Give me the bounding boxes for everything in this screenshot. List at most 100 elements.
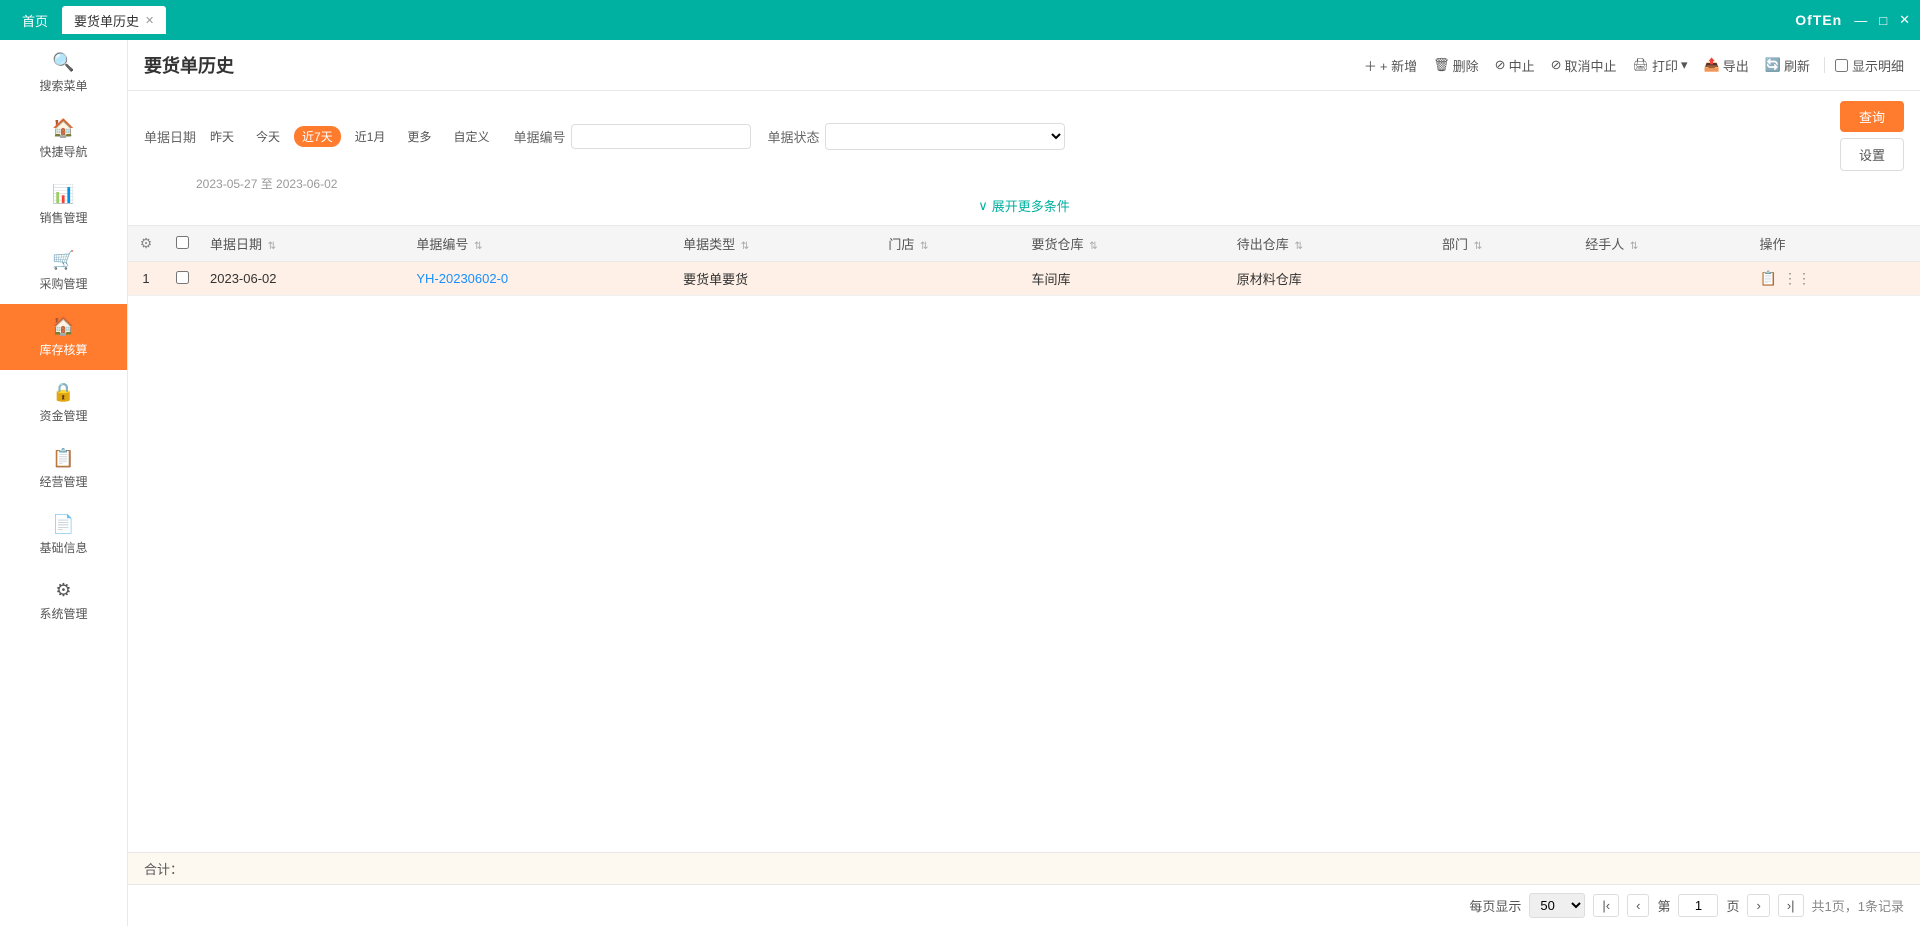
tab-history[interactable]: 要货单历史 ✕ bbox=[62, 6, 166, 34]
docno-filter-label: 单据编号 bbox=[513, 127, 565, 146]
sidebar-item-system[interactable]: ⚙ 系统管理 bbox=[0, 568, 127, 634]
first-page-button[interactable]: |‹ bbox=[1593, 894, 1619, 917]
window-close-icon[interactable]: ✕ bbox=[1899, 12, 1910, 28]
summary-label: 合计： bbox=[144, 859, 183, 878]
sidebar-item-finance[interactable]: 🔒 资金管理 bbox=[0, 370, 127, 436]
th-doctype-label: 单据类型 bbox=[683, 237, 735, 252]
page-size-label: 每页显示 bbox=[1469, 896, 1521, 915]
data-table: ⚙ 单据日期 ⇅ 单据编号 ⇅ bbox=[128, 226, 1920, 296]
status-select[interactable] bbox=[825, 123, 1065, 150]
sort-pendingwarehouse-icon[interactable]: ⇅ bbox=[1294, 241, 1302, 252]
col-settings: ⚙ bbox=[128, 226, 164, 262]
new-button[interactable]: ＋ + 新增 bbox=[1360, 56, 1421, 75]
row-handler bbox=[1575, 262, 1749, 296]
pagination: 每页显示 50 100 200 |‹ ‹ 第 页 › ›| 共1页，1条记录 bbox=[128, 884, 1920, 926]
cancel-stop-icon: ⊘ bbox=[1551, 57, 1562, 73]
th-store: 门店 ⇅ bbox=[878, 226, 1021, 262]
export-button[interactable]: 📤 导出 bbox=[1700, 56, 1753, 75]
row-checkbox[interactable] bbox=[176, 271, 189, 284]
date-range-display: 2023-05-27 至 2023-06-02 bbox=[144, 175, 1904, 192]
edit-action-icon[interactable]: 📋 bbox=[1760, 270, 1777, 287]
sidebar-item-inventory[interactable]: 🏠 库存核算 bbox=[0, 304, 127, 370]
show-detail-checkbox[interactable] bbox=[1835, 59, 1848, 72]
cancel-stop-label: 取消中止 bbox=[1565, 56, 1617, 75]
th-department-label: 部门 bbox=[1442, 237, 1468, 252]
next-page-button[interactable]: › bbox=[1747, 894, 1769, 917]
th-docno-label: 单据编号 bbox=[416, 237, 468, 252]
date-btn-last1month[interactable]: 近1月 bbox=[347, 126, 394, 147]
sort-reqwarehouse-icon[interactable]: ⇅ bbox=[1089, 241, 1097, 252]
table-header-row: ⚙ 单据日期 ⇅ 单据编号 ⇅ bbox=[128, 226, 1920, 262]
table-row: 1 2023-06-02 YH-20230602-0 要货单要货 车间库 原材料… bbox=[128, 262, 1920, 296]
column-settings-icon[interactable]: ⚙ bbox=[140, 235, 153, 251]
sort-department-icon[interactable]: ⇅ bbox=[1474, 241, 1482, 252]
sort-store-icon[interactable]: ⇅ bbox=[920, 241, 928, 252]
docno-input[interactable] bbox=[571, 124, 751, 149]
select-all-checkbox[interactable] bbox=[176, 236, 189, 249]
row-docno-link[interactable]: YH-20230602-0 bbox=[416, 271, 508, 286]
th-handler: 经手人 ⇅ bbox=[1575, 226, 1749, 262]
sort-handler-icon[interactable]: ⇅ bbox=[1630, 241, 1638, 252]
date-range-text: 2023-05-27 至 2023-06-02 bbox=[196, 177, 337, 191]
close-tab-icon[interactable]: ✕ bbox=[145, 14, 154, 27]
chevron-down-icon: ∨ bbox=[978, 198, 988, 214]
cancel-stop-button[interactable]: ⊘ 取消中止 bbox=[1547, 56, 1621, 75]
sidebar-item-sales[interactable]: 📊 销售管理 bbox=[0, 172, 127, 238]
tab-home-label: 首页 bbox=[22, 11, 48, 30]
date-btn-custom[interactable]: 自定义 bbox=[445, 126, 497, 147]
last-page-button[interactable]: ›| bbox=[1778, 894, 1804, 917]
date-btn-yesterday[interactable]: 昨天 bbox=[202, 126, 242, 147]
row-department bbox=[1432, 262, 1575, 296]
row-doctype: 要货单要货 bbox=[673, 262, 878, 296]
print-button[interactable]: 🖨 打印 ▾ bbox=[1629, 56, 1692, 75]
doc-icon: 📄 bbox=[52, 514, 74, 535]
sidebar-item-purchase[interactable]: 🛒 采购管理 bbox=[0, 238, 127, 304]
sidebar-item-basic[interactable]: 📄 基础信息 bbox=[0, 502, 127, 568]
filter-area: 单据日期 昨天 今天 近7天 近1月 更多 自定义 单据编号 单据状态 bbox=[128, 91, 1920, 226]
print-icon: 🖨 bbox=[1633, 57, 1650, 73]
th-reqwarehouse-label: 要货仓库 bbox=[1032, 237, 1084, 252]
sidebar-item-quicknav[interactable]: 🏠 快捷导航 bbox=[0, 106, 127, 172]
top-bar: 首页 要货单历史 ✕ OfTEn — □ ✕ bbox=[0, 0, 1920, 40]
sidebar-item-sales-label: 销售管理 bbox=[39, 209, 87, 226]
tab-home[interactable]: 首页 bbox=[10, 6, 60, 34]
window-maximize-icon[interactable]: □ bbox=[1879, 13, 1887, 28]
sort-docdate-icon[interactable]: ⇅ bbox=[268, 241, 276, 252]
cart-icon: 🛒 bbox=[52, 250, 74, 271]
date-btn-last7[interactable]: 近7天 bbox=[294, 126, 341, 147]
row-actions: 📋 ⋮⋮ bbox=[1750, 262, 1920, 296]
sort-docno-icon[interactable]: ⇅ bbox=[474, 241, 482, 252]
table-container: ⚙ 单据日期 ⇅ 单据编号 ⇅ bbox=[128, 226, 1920, 852]
refresh-button[interactable]: 🔄 刷新 bbox=[1761, 56, 1814, 75]
th-docdate: 单据日期 ⇅ bbox=[200, 226, 406, 262]
settings-button[interactable]: 设置 bbox=[1840, 138, 1904, 171]
sidebar-item-search[interactable]: 🔍 搜索菜单 bbox=[0, 40, 127, 106]
refresh-icon: 🔄 bbox=[1765, 57, 1781, 73]
action-icons: 📋 ⋮⋮ bbox=[1760, 270, 1911, 287]
export-label: 导出 bbox=[1723, 56, 1749, 75]
page-header: 要货单历史 ＋ + 新增 🗑 删除 ⊘ 中止 ⊘ 取消中止 bbox=[128, 40, 1920, 91]
sidebar-item-inventory-label: 库存核算 bbox=[39, 341, 87, 358]
th-docno: 单据编号 ⇅ bbox=[406, 226, 673, 262]
window-minimize-icon[interactable]: — bbox=[1854, 13, 1867, 28]
date-btn-more[interactable]: 更多 bbox=[399, 126, 439, 147]
sort-doctype-icon[interactable]: ⇅ bbox=[741, 241, 749, 252]
page-number-input[interactable] bbox=[1678, 894, 1718, 917]
toolbar: ＋ + 新增 🗑 删除 ⊘ 中止 ⊘ 取消中止 🖨 打印 bbox=[1360, 56, 1904, 75]
toolbar-divider bbox=[1824, 57, 1825, 73]
date-btn-today[interactable]: 今天 bbox=[248, 126, 288, 147]
row-store bbox=[878, 262, 1021, 296]
prev-page-button[interactable]: ‹ bbox=[1627, 894, 1649, 917]
show-detail-button[interactable]: 显示明细 bbox=[1835, 56, 1904, 75]
page-size-select[interactable]: 50 100 200 bbox=[1529, 893, 1585, 918]
date-filter-group: 单据日期 昨天 今天 近7天 近1月 更多 自定义 bbox=[144, 126, 497, 147]
more-action-icon[interactable]: ⋮⋮ bbox=[1783, 270, 1811, 287]
expand-conditions-button[interactable]: ∨ 展开更多条件 bbox=[144, 196, 1904, 215]
sidebar-item-finance-label: 资金管理 bbox=[39, 407, 87, 424]
query-button[interactable]: 查询 bbox=[1840, 101, 1904, 132]
page-title: 要货单历史 bbox=[144, 52, 234, 78]
stop-button[interactable]: ⊘ 中止 bbox=[1491, 56, 1539, 75]
sidebar-item-operation[interactable]: 📋 经营管理 bbox=[0, 436, 127, 502]
delete-button[interactable]: 🗑 删除 bbox=[1429, 56, 1483, 75]
row-docno: YH-20230602-0 bbox=[406, 262, 673, 296]
